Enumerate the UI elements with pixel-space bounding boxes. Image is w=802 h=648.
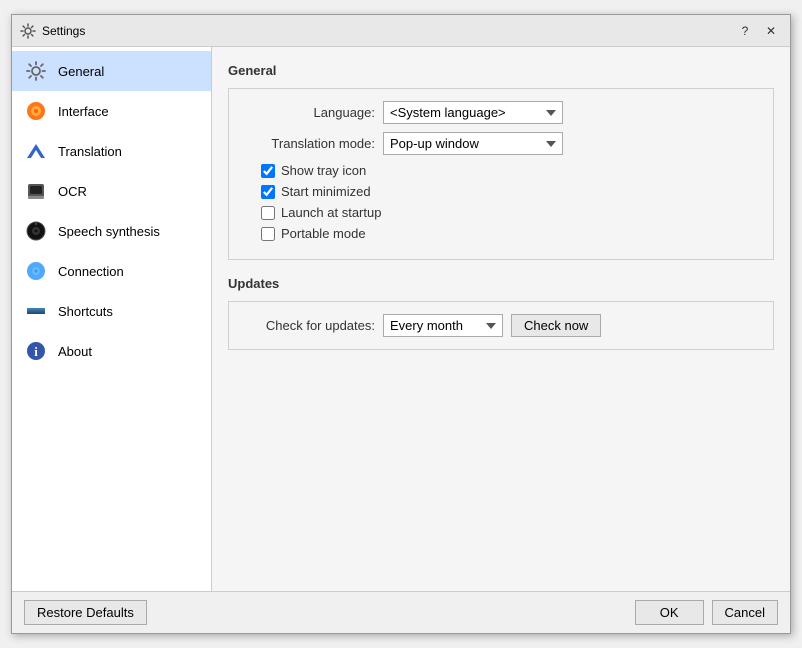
- show-tray-icon-label[interactable]: Show tray icon: [281, 163, 366, 178]
- launch-at-startup-label[interactable]: Launch at startup: [281, 205, 381, 220]
- content-area: General Interface: [12, 47, 790, 591]
- cancel-button[interactable]: Cancel: [712, 600, 778, 625]
- restore-defaults-button[interactable]: Restore Defaults: [24, 600, 147, 625]
- about-icon: i: [24, 339, 48, 363]
- sidebar-item-connection[interactable]: Connection: [12, 251, 211, 291]
- sidebar-item-general[interactable]: General: [12, 51, 211, 91]
- sidebar-ocr-label: OCR: [58, 184, 87, 199]
- launch-at-startup-checkbox[interactable]: [261, 206, 275, 220]
- help-button[interactable]: ?: [734, 20, 756, 42]
- settings-window: Settings ? ✕ General: [11, 14, 791, 634]
- portable-mode-checkbox[interactable]: [261, 227, 275, 241]
- show-tray-icon-row: Show tray icon: [245, 163, 757, 178]
- sidebar: General Interface: [12, 47, 212, 591]
- shortcuts-icon: [24, 299, 48, 323]
- language-label: Language:: [245, 105, 375, 120]
- title-bar-controls: ? ✕: [734, 20, 782, 42]
- settings-title-icon: [20, 23, 36, 39]
- updates-section-box: Check for updates: Every dayEvery weekEv…: [228, 301, 774, 350]
- sidebar-interface-label: Interface: [58, 104, 109, 119]
- check-for-updates-label: Check for updates:: [245, 318, 375, 333]
- start-minimized-label[interactable]: Start minimized: [281, 184, 371, 199]
- main-panel: General Language: <System language>Engli…: [212, 47, 790, 591]
- sidebar-connection-label: Connection: [58, 264, 124, 279]
- sidebar-item-speech[interactable]: Speech synthesis: [12, 211, 211, 251]
- svg-text:i: i: [34, 344, 38, 359]
- language-row: Language: <System language>EnglishGerman…: [245, 101, 757, 124]
- sidebar-item-ocr[interactable]: OCR: [12, 171, 211, 211]
- sidebar-item-shortcuts[interactable]: Shortcuts: [12, 291, 211, 331]
- title-bar-left: Settings: [20, 23, 85, 39]
- general-section-box: Language: <System language>EnglishGerman…: [228, 88, 774, 260]
- check-for-updates-row: Check for updates: Every dayEvery weekEv…: [245, 314, 757, 337]
- interface-icon: [24, 99, 48, 123]
- ok-button[interactable]: OK: [635, 600, 704, 625]
- sidebar-translation-label: Translation: [58, 144, 122, 159]
- translation-mode-select[interactable]: Pop-up windowInlineSide-by-side: [383, 132, 563, 155]
- portable-mode-row: Portable mode: [245, 226, 757, 241]
- general-section-title: General: [228, 63, 774, 78]
- ocr-icon: [24, 179, 48, 203]
- sidebar-item-interface[interactable]: Interface: [12, 91, 211, 131]
- sidebar-general-label: General: [58, 64, 104, 79]
- start-minimized-checkbox[interactable]: [261, 185, 275, 199]
- close-button[interactable]: ✕: [760, 20, 782, 42]
- speech-icon: [24, 219, 48, 243]
- updates-section-title: Updates: [228, 276, 774, 291]
- start-minimized-row: Start minimized: [245, 184, 757, 199]
- sidebar-about-label: About: [58, 344, 92, 359]
- bottom-bar: Restore Defaults OK Cancel: [12, 591, 790, 633]
- launch-startup-row: Launch at startup: [245, 205, 757, 220]
- check-frequency-select[interactable]: Every dayEvery weekEvery monthNever: [383, 314, 503, 337]
- sidebar-speech-label: Speech synthesis: [58, 224, 160, 239]
- check-now-button[interactable]: Check now: [511, 314, 601, 337]
- bottom-right-buttons: OK Cancel: [635, 600, 778, 625]
- translation-icon: [24, 139, 48, 163]
- translation-mode-row: Translation mode: Pop-up windowInlineSid…: [245, 132, 757, 155]
- translation-mode-label: Translation mode:: [245, 136, 375, 151]
- show-tray-icon-checkbox[interactable]: [261, 164, 275, 178]
- sidebar-item-about[interactable]: i About: [12, 331, 211, 371]
- general-icon: [24, 59, 48, 83]
- title-bar: Settings ? ✕: [12, 15, 790, 47]
- language-select[interactable]: <System language>EnglishGermanFrench: [383, 101, 563, 124]
- sidebar-item-translation[interactable]: Translation: [12, 131, 211, 171]
- portable-mode-label[interactable]: Portable mode: [281, 226, 366, 241]
- connection-icon: [24, 259, 48, 283]
- sidebar-shortcuts-label: Shortcuts: [58, 304, 113, 319]
- window-title: Settings: [42, 24, 85, 38]
